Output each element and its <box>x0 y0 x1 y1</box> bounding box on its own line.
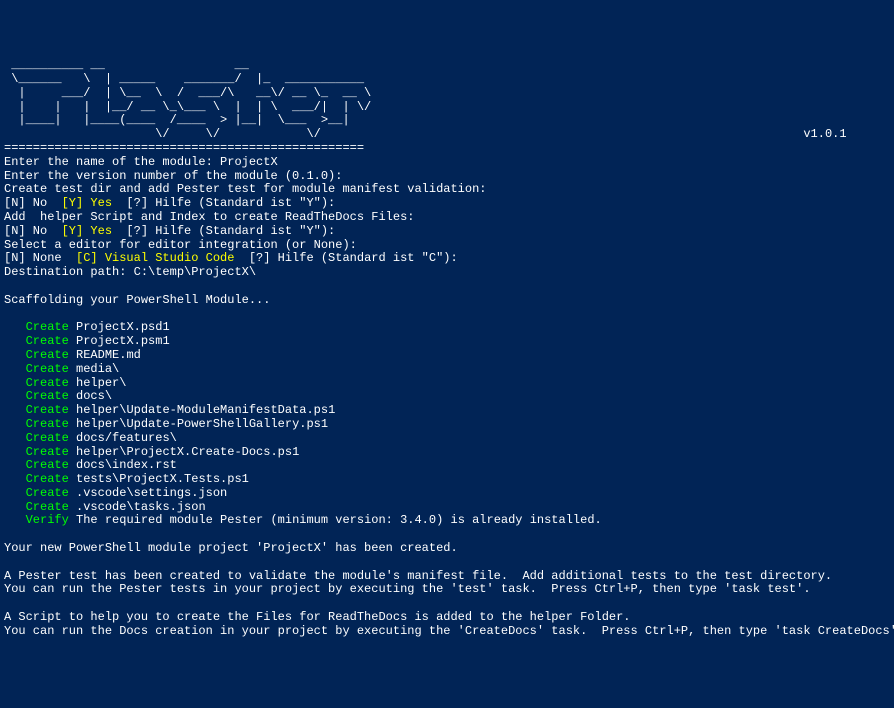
prompt-module-name: Enter the name of the module: ProjectX <box>4 156 890 170</box>
banner-line: __________ __ __ <box>4 59 890 73</box>
blank <box>4 280 890 294</box>
action-line: Create media\ <box>4 363 890 377</box>
footer-docs2: You can run the Docs creation in your pr… <box>4 625 890 639</box>
action-line: Create ProjectX.psd1 <box>4 321 890 335</box>
blank <box>4 556 890 570</box>
scaffolding-header: Scaffolding your PowerShell Module... <box>4 294 890 308</box>
action-line: Create tests\ProjectX.Tests.ps1 <box>4 473 890 487</box>
prompt-test-dir: Create test dir and add Pester test for … <box>4 183 890 197</box>
separator: ========================================… <box>4 142 890 156</box>
terminal-output: __________ __ __ \______ \ | _____ _____… <box>4 59 890 638</box>
action-line: Create helper\ProjectX.Create-Docs.ps1 <box>4 446 890 460</box>
action-line: Verify The required module Pester (minim… <box>4 514 890 528</box>
action-line: Create .vscode\settings.json <box>4 487 890 501</box>
action-line: Create helper\Update-ModuleManifestData.… <box>4 404 890 418</box>
banner-line: \______ \ | _____ _______/ |_ __________… <box>4 73 890 87</box>
blank <box>4 308 890 322</box>
action-line: Create docs\ <box>4 390 890 404</box>
prompt-editor: Select a editor for editor integration (… <box>4 239 890 253</box>
action-line: Create .vscode\tasks.json <box>4 501 890 515</box>
prompt-helper: Add helper Script and Index to create Re… <box>4 211 890 225</box>
banner-line: | | | |__/ __ \_\___ \ | | \ ___/| | \/ <box>4 101 890 115</box>
footer-created: Your new PowerShell module project 'Proj… <box>4 542 890 556</box>
banner-line: | ___/ | \__ \ / ___/\ __\/ __ \_ __ \ <box>4 87 890 101</box>
action-line: Create README.md <box>4 349 890 363</box>
banner-line: \/ \/ \/ v1.0.1 <box>4 128 890 142</box>
prompt-dest-path: Destination path: C:\temp\ProjectX\ <box>4 266 890 280</box>
action-line: Create helper\ <box>4 377 890 391</box>
blank <box>4 528 890 542</box>
action-line: Create docs/features\ <box>4 432 890 446</box>
footer-pester2: You can run the Pester tests in your pro… <box>4 583 890 597</box>
action-line: Create docs\index.rst <box>4 459 890 473</box>
footer-docs1: A Script to help you to create the Files… <box>4 611 890 625</box>
prompt-test-dir-options: [N] No [Y] Yes [?] Hilfe (Standard ist "… <box>4 197 890 211</box>
prompt-editor-options: [N] None [C] Visual Studio Code [?] Hilf… <box>4 252 890 266</box>
footer-pester1: A Pester test has been created to valida… <box>4 570 890 584</box>
action-line: Create helper\Update-PowerShellGallery.p… <box>4 418 890 432</box>
action-line: Create ProjectX.psm1 <box>4 335 890 349</box>
banner-line: |____| |____(____ /____ > |__| \___ >__| <box>4 114 890 128</box>
prompt-version: Enter the version number of the module (… <box>4 170 890 184</box>
prompt-helper-options: [N] No [Y] Yes [?] Hilfe (Standard ist "… <box>4 225 890 239</box>
blank <box>4 597 890 611</box>
